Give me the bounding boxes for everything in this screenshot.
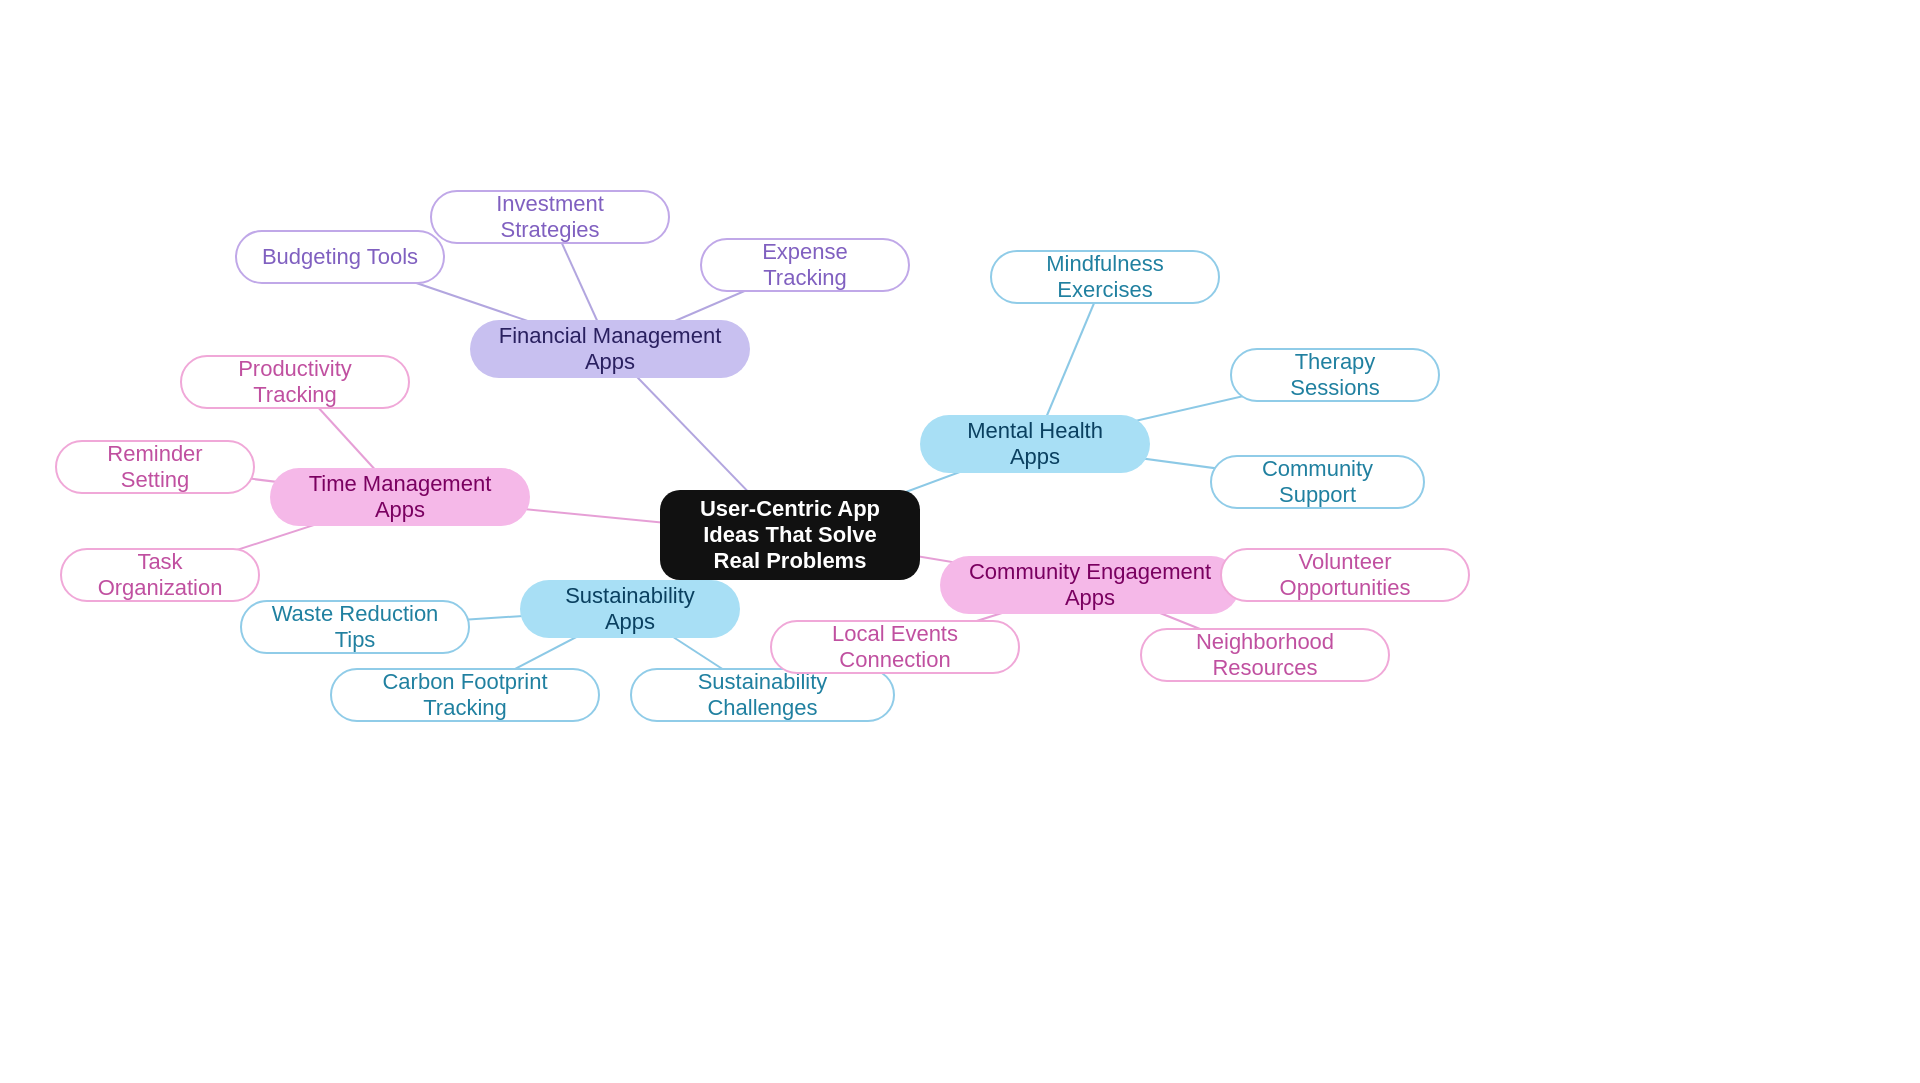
node-investment[interactable]: Investment Strategies <box>430 190 670 244</box>
node-carbon[interactable]: Carbon Footprint Tracking <box>330 668 600 722</box>
node-sustainability[interactable]: Sustainability Apps <box>520 580 740 638</box>
node-expense[interactable]: Expense Tracking <box>700 238 910 292</box>
node-local_events[interactable]: Local Events Connection <box>770 620 1020 674</box>
node-therapy[interactable]: Therapy Sessions <box>1230 348 1440 402</box>
node-budgeting[interactable]: Budgeting Tools <box>235 230 445 284</box>
node-financial[interactable]: Financial Management Apps <box>470 320 750 378</box>
node-community_eng[interactable]: Community Engagement Apps <box>940 556 1240 614</box>
node-time[interactable]: Time Management Apps <box>270 468 530 526</box>
node-reminder[interactable]: Reminder Setting <box>55 440 255 494</box>
node-productivity[interactable]: Productivity Tracking <box>180 355 410 409</box>
node-waste[interactable]: Waste Reduction Tips <box>240 600 470 654</box>
node-volunteer[interactable]: Volunteer Opportunities <box>1220 548 1470 602</box>
mindmap-connections <box>0 0 1920 1083</box>
center-node[interactable]: User-Centric App Ideas That Solve Real P… <box>660 490 920 580</box>
node-mindfulness[interactable]: Mindfulness Exercises <box>990 250 1220 304</box>
node-task[interactable]: Task Organization <box>60 548 260 602</box>
node-community_support[interactable]: Community Support <box>1210 455 1425 509</box>
node-sustchallenges[interactable]: Sustainability Challenges <box>630 668 895 722</box>
node-neighborhood[interactable]: Neighborhood Resources <box>1140 628 1390 682</box>
node-mental[interactable]: Mental Health Apps <box>920 415 1150 473</box>
